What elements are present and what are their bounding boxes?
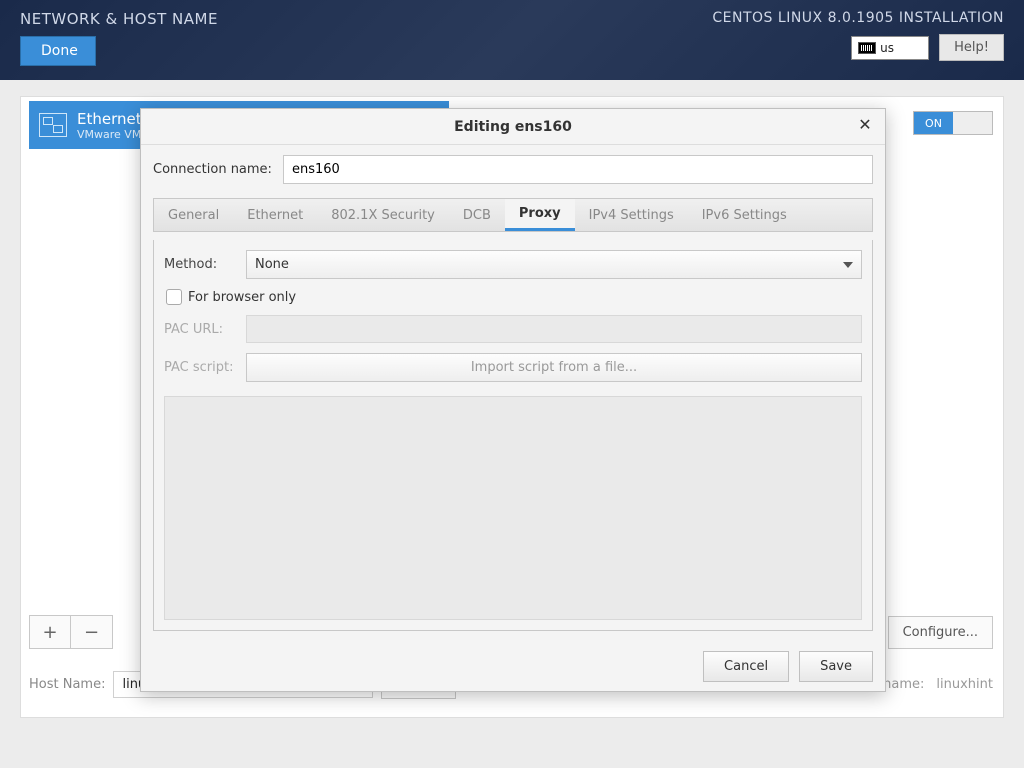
- add-interface-button[interactable]: +: [29, 615, 71, 649]
- tab-ipv4[interactable]: IPv4 Settings: [575, 199, 688, 231]
- toggle-on-label: ON: [914, 112, 953, 134]
- page-title: NETWORK & HOST NAME: [20, 10, 218, 28]
- keyboard-indicator[interactable]: us: [851, 36, 929, 60]
- dialog-title: Editing ens160: [454, 119, 572, 135]
- pac-url-label: PAC URL:: [164, 322, 236, 337]
- keyboard-layout: us: [880, 41, 894, 55]
- keyboard-icon: [858, 42, 876, 54]
- connection-name-input[interactable]: [283, 155, 873, 184]
- tab-dcb[interactable]: DCB: [449, 199, 505, 231]
- toggle-handle: [953, 112, 992, 134]
- current-hostname-value: linuxhint: [936, 677, 993, 692]
- browser-only-label: For browser only: [188, 290, 296, 305]
- install-title: CENTOS LINUX 8.0.1905 INSTALLATION: [712, 10, 1004, 26]
- remove-interface-button[interactable]: −: [71, 615, 113, 649]
- ethernet-icon: [39, 113, 67, 137]
- proxy-method-select[interactable]: None: [246, 250, 862, 279]
- configure-button[interactable]: Configure...: [888, 616, 993, 649]
- pac-script-textarea: [164, 396, 862, 620]
- tab-8021x[interactable]: 802.1X Security: [317, 199, 449, 231]
- close-icon[interactable]: ✕: [855, 115, 875, 135]
- help-button[interactable]: Help!: [939, 34, 1004, 61]
- connection-name-label: Connection name:: [153, 162, 275, 177]
- installer-header: NETWORK & HOST NAME Done CENTOS LINUX 8.…: [0, 0, 1024, 80]
- chevron-down-icon: [843, 262, 853, 268]
- tab-ethernet[interactable]: Ethernet: [233, 199, 317, 231]
- tab-proxy[interactable]: Proxy: [505, 199, 575, 231]
- pac-url-input: [246, 315, 862, 343]
- done-button[interactable]: Done: [20, 36, 96, 66]
- browser-only-checkbox[interactable]: [166, 289, 182, 305]
- interface-toggle[interactable]: ON: [913, 111, 993, 135]
- cancel-button[interactable]: Cancel: [703, 651, 789, 682]
- tab-ipv6[interactable]: IPv6 Settings: [688, 199, 801, 231]
- hostname-label: Host Name:: [29, 677, 105, 692]
- import-script-button[interactable]: Import script from a file...: [246, 353, 862, 382]
- dialog-tabs: General Ethernet 802.1X Security DCB Pro…: [153, 198, 873, 232]
- proxy-tab-content: Method: None For browser only PAC URL: P…: [153, 240, 873, 631]
- pac-script-label: PAC script:: [164, 360, 236, 375]
- tab-general[interactable]: General: [154, 199, 233, 231]
- method-label: Method:: [164, 257, 236, 272]
- dialog-title-bar: Editing ens160 ✕: [141, 109, 885, 145]
- edit-connection-dialog: Editing ens160 ✕ Connection name: Genera…: [140, 108, 886, 692]
- proxy-method-value: None: [255, 257, 289, 272]
- save-button[interactable]: Save: [799, 651, 873, 682]
